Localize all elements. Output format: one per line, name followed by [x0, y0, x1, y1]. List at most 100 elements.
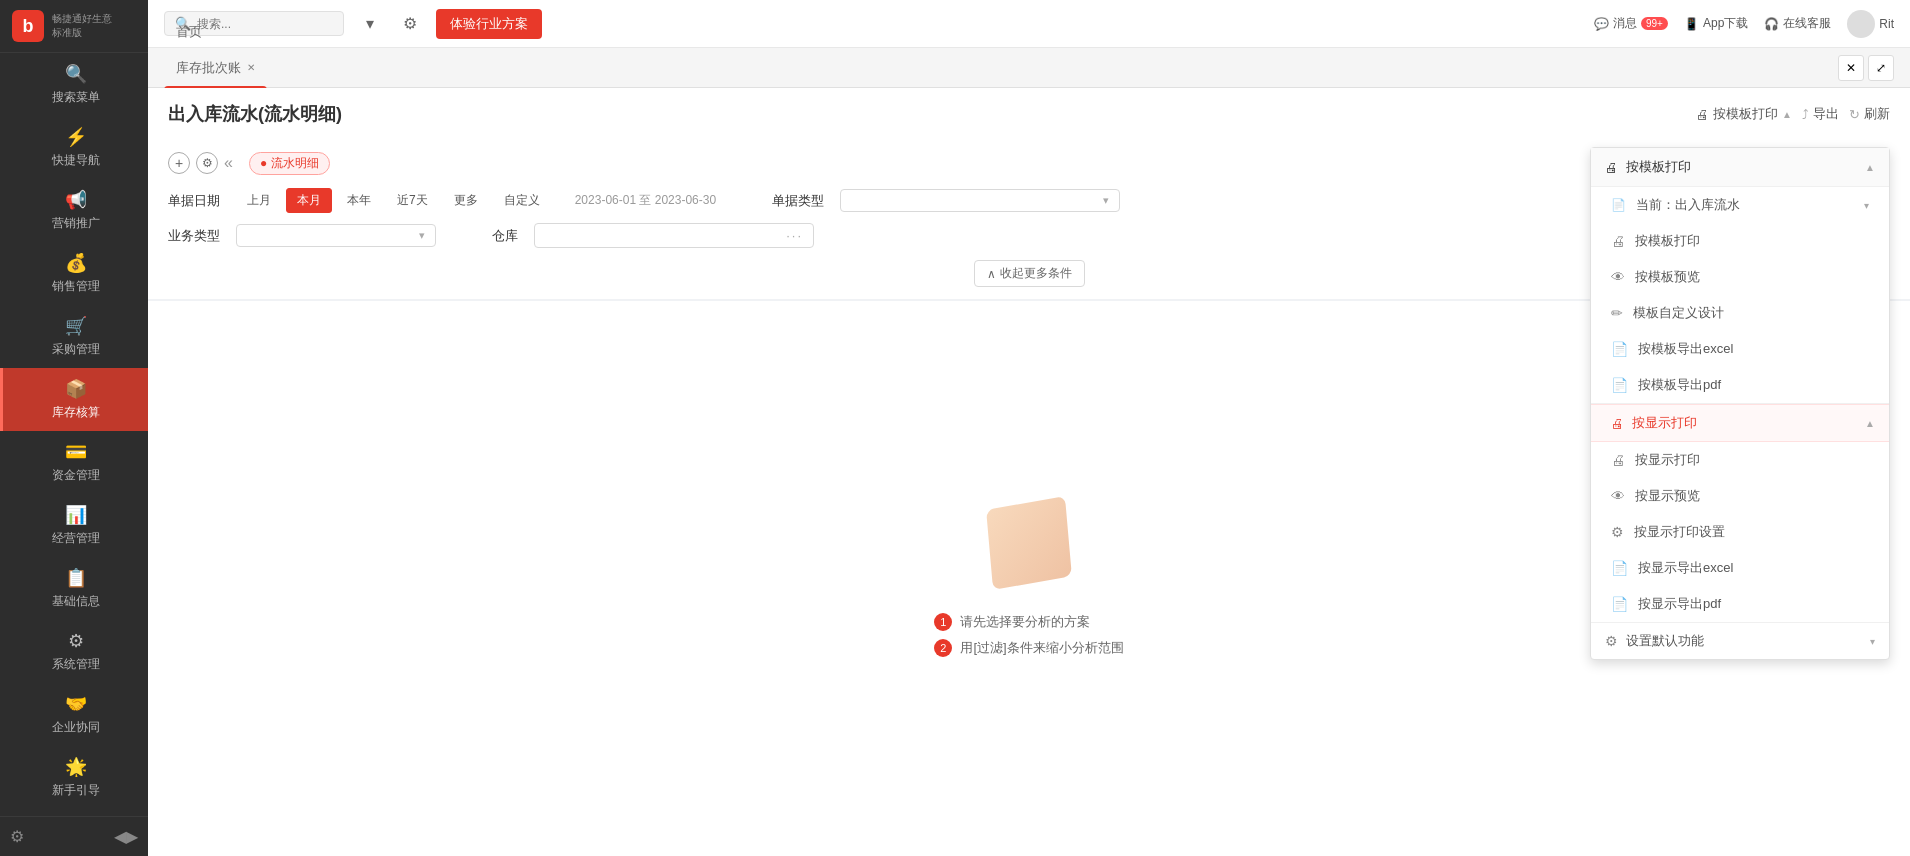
sidebar: b 畅捷通好生意 标准版 🔍搜索菜单⚡快捷导航📢营销推广💰销售管理🛒采购管理📦库…: [0, 0, 148, 856]
tabbar-actions: ✕ ⤢: [1838, 55, 1894, 81]
online-service-button[interactable]: 🎧 在线客服: [1764, 15, 1831, 32]
sidebar-item-operation[interactable]: 📊经营管理: [0, 494, 148, 557]
dropdown-item-preview_display[interactable]: 👁 按显示预览: [1591, 478, 1889, 514]
sidebar-item-inventory[interactable]: 📦库存核算: [0, 368, 148, 431]
app-name: 畅捷通好生意 标准版: [52, 12, 112, 40]
sidebar-item-purchase[interactable]: 🛒采购管理: [0, 305, 148, 368]
empty-icon-box: [986, 496, 1072, 590]
app-download-icon: 📱: [1684, 17, 1699, 31]
dropdown-item-label: 模板自定义设计: [1633, 304, 1724, 322]
headset-icon: 🎧: [1764, 17, 1779, 31]
filter-tag-icon: ●: [260, 156, 267, 170]
sidebar-item-label: 基础信息: [52, 593, 100, 610]
sidebar-item-finance[interactable]: 💳资金管理: [0, 431, 148, 494]
refresh-button[interactable]: ↻ 刷新: [1849, 105, 1890, 123]
export_pdf_display-icon: 📄: [1611, 596, 1628, 612]
selected-filter-display: ● 流水明细: [249, 152, 330, 175]
sidebar-item-appcenter[interactable]: 🔲应用中心: [0, 809, 148, 816]
search-icon: 🔍: [65, 63, 87, 85]
filter-collapse-button[interactable]: «: [224, 154, 233, 172]
sidebar-settings-icon[interactable]: ⚙: [10, 827, 24, 846]
topbar: 🔍 ▾ ⚙ 体验行业方案 💬 消息 99+ 📱 App下载 🎧 在线客服 Rit: [148, 0, 1910, 48]
close-all-tabs-button[interactable]: ✕: [1838, 55, 1864, 81]
filter-settings-button[interactable]: ⚙: [196, 152, 218, 174]
print_display-icon: 🖨: [1611, 452, 1625, 468]
marketing-icon: 📢: [65, 189, 87, 211]
print_settings_display-icon: ⚙: [1611, 524, 1624, 540]
sidebar-collapse-icon[interactable]: ◀▶: [114, 827, 138, 846]
expand-tabs-button[interactable]: ⤢: [1868, 55, 1894, 81]
dropdown-item-print_settings_display[interactable]: ⚙按显示打印设置: [1591, 514, 1889, 550]
preview_display-icon: 👁: [1611, 488, 1625, 504]
topbar-settings-icon[interactable]: ⚙: [396, 10, 424, 38]
sidebar-item-basic[interactable]: 📋 基础信息: [0, 557, 148, 620]
dropdown-item-label: 按模板打印: [1635, 232, 1700, 250]
sidebar-item-guide[interactable]: 🌟 新手引导: [0, 746, 148, 809]
date-filter-tag-current_year[interactable]: 本年: [336, 188, 382, 213]
printer-icon: 🖨: [1696, 107, 1709, 122]
page-actions: 🖨 按模板打印 ▲ ⤴ 导出 ↻ 刷新 🖨: [1696, 105, 1890, 123]
dropdown-item-print_display[interactable]: 🖨按显示打印: [1591, 442, 1889, 478]
guide-icon: 🌟: [65, 756, 87, 778]
topbar-dropdown-icon[interactable]: ▾: [356, 10, 384, 38]
warehouse-select[interactable]: ···: [534, 223, 814, 248]
date-filter-tag-more[interactable]: 更多: [443, 188, 489, 213]
step-1-number: 1: [934, 613, 952, 631]
sidebar-item-quick[interactable]: ⚡快捷导航: [0, 116, 148, 179]
export-button[interactable]: ⤴ 导出: [1802, 105, 1839, 123]
dropdown-item-export_excel_display[interactable]: 📄按显示导出excel: [1591, 550, 1889, 586]
tab-close-icon[interactable]: ✕: [247, 62, 255, 73]
template-items-list: 🖨按模板打印👁按模板预览✏模板自定义设计📄按模板导出excel📄按模板导出pdf: [1591, 223, 1889, 403]
biz-type-select[interactable]: ▾: [236, 224, 436, 247]
print-dropdown-panel: 🖨 按模板打印 ▲ 📄 当前：出入库流水 ▾ 🖨按模板打印👁按模板预览✏模板自定…: [1590, 147, 1890, 660]
date-filter-tag-last_7[interactable]: 近7天: [386, 188, 439, 213]
dropdown-footer[interactable]: ⚙ 设置默认功能 ▾: [1591, 622, 1889, 659]
sidebar-item-label: 系统管理: [52, 656, 100, 673]
basic-icon: 📋: [65, 567, 87, 589]
content-area: 出入库流水(流水明细) 🖨 按模板打印 ▲ ⤴ 导出 ↻ 刷新: [148, 88, 1910, 856]
tab-home[interactable]: 首页: [164, 14, 267, 50]
industry-solution-button[interactable]: 体验行业方案: [436, 9, 542, 39]
footer-chevron: ▾: [1870, 636, 1875, 647]
sidebar-item-search[interactable]: 🔍搜索菜单: [0, 53, 148, 116]
tab-batch[interactable]: 库存批次账✕: [164, 50, 267, 86]
sidebar-item-cooperation[interactable]: 🤝企业协同: [0, 683, 148, 746]
sidebar-item-label: 新手引导: [52, 782, 100, 799]
topbar-right: 💬 消息 99+ 📱 App下载 🎧 在线客服 Rit: [1594, 10, 1894, 38]
date-range-display: 2023-06-01 至 2023-06-30: [575, 192, 716, 209]
sidebar-item-sales[interactable]: 💰销售管理: [0, 242, 148, 305]
current-template-chevron: ▾: [1864, 200, 1869, 211]
sidebar-footer: ⚙ ◀▶: [0, 816, 148, 856]
app-download-button[interactable]: 📱 App下载: [1684, 15, 1748, 32]
display-print-submenu-header[interactable]: 🖨 按显示打印 ▲: [1591, 404, 1889, 442]
dropdown-current-item[interactable]: 📄 当前：出入库流水 ▾: [1591, 187, 1889, 223]
dropdown-item-label: 按显示预览: [1635, 487, 1700, 505]
sidebar-item-system[interactable]: ⚙系统管理: [0, 620, 148, 683]
message-button[interactable]: 💬 消息 99+: [1594, 15, 1668, 32]
dropdown-item-preview_template[interactable]: 👁按模板预览: [1591, 259, 1889, 295]
warehouse-select-more: ···: [786, 228, 803, 243]
dropdown-item-label: 按模板导出excel: [1638, 340, 1733, 358]
dropdown-item-print_template[interactable]: 🖨按模板打印: [1591, 223, 1889, 259]
date-filter-tag-custom[interactable]: 自定义: [493, 188, 551, 213]
print-template-button[interactable]: 🖨 按模板打印 ▲: [1696, 105, 1792, 123]
dropdown-item-custom_template[interactable]: ✏模板自定义设计: [1591, 295, 1889, 331]
collapse-more-button[interactable]: ∧ 收起更多条件: [974, 260, 1085, 287]
add-filter-button[interactable]: +: [168, 152, 190, 174]
dropdown-collapse-icon[interactable]: ▲: [1865, 162, 1875, 173]
dropdown-item-export_pdf_template[interactable]: 📄按模板导出pdf: [1591, 367, 1889, 403]
chevron-up-icon: ∧: [987, 267, 996, 281]
date-filter-tag-current_month[interactable]: 本月: [286, 188, 332, 213]
dropdown-item-export_pdf_display[interactable]: 📄按显示导出pdf: [1591, 586, 1889, 622]
filter-doctype-label: 单据类型: [772, 192, 824, 210]
dropdown-header[interactable]: 🖨 按模板打印 ▲: [1591, 148, 1889, 187]
selected-filter-tag[interactable]: ● 流水明细: [249, 152, 330, 175]
sidebar-item-marketing[interactable]: 📢营销推广: [0, 179, 148, 242]
date-filter-tags: 上月本月本年近7天更多自定义: [236, 188, 551, 213]
filter-biztype-label: 业务类型: [168, 227, 220, 245]
user-avatar[interactable]: Rit: [1847, 10, 1894, 38]
doc-type-select[interactable]: ▾: [840, 189, 1120, 212]
sidebar-nav: 🔍搜索菜单⚡快捷导航📢营销推广💰销售管理🛒采购管理📦库存核算💳资金管理📊经营管理…: [0, 53, 148, 816]
date-filter-tag-prev_month[interactable]: 上月: [236, 188, 282, 213]
dropdown-item-export_excel_template[interactable]: 📄按模板导出excel: [1591, 331, 1889, 367]
